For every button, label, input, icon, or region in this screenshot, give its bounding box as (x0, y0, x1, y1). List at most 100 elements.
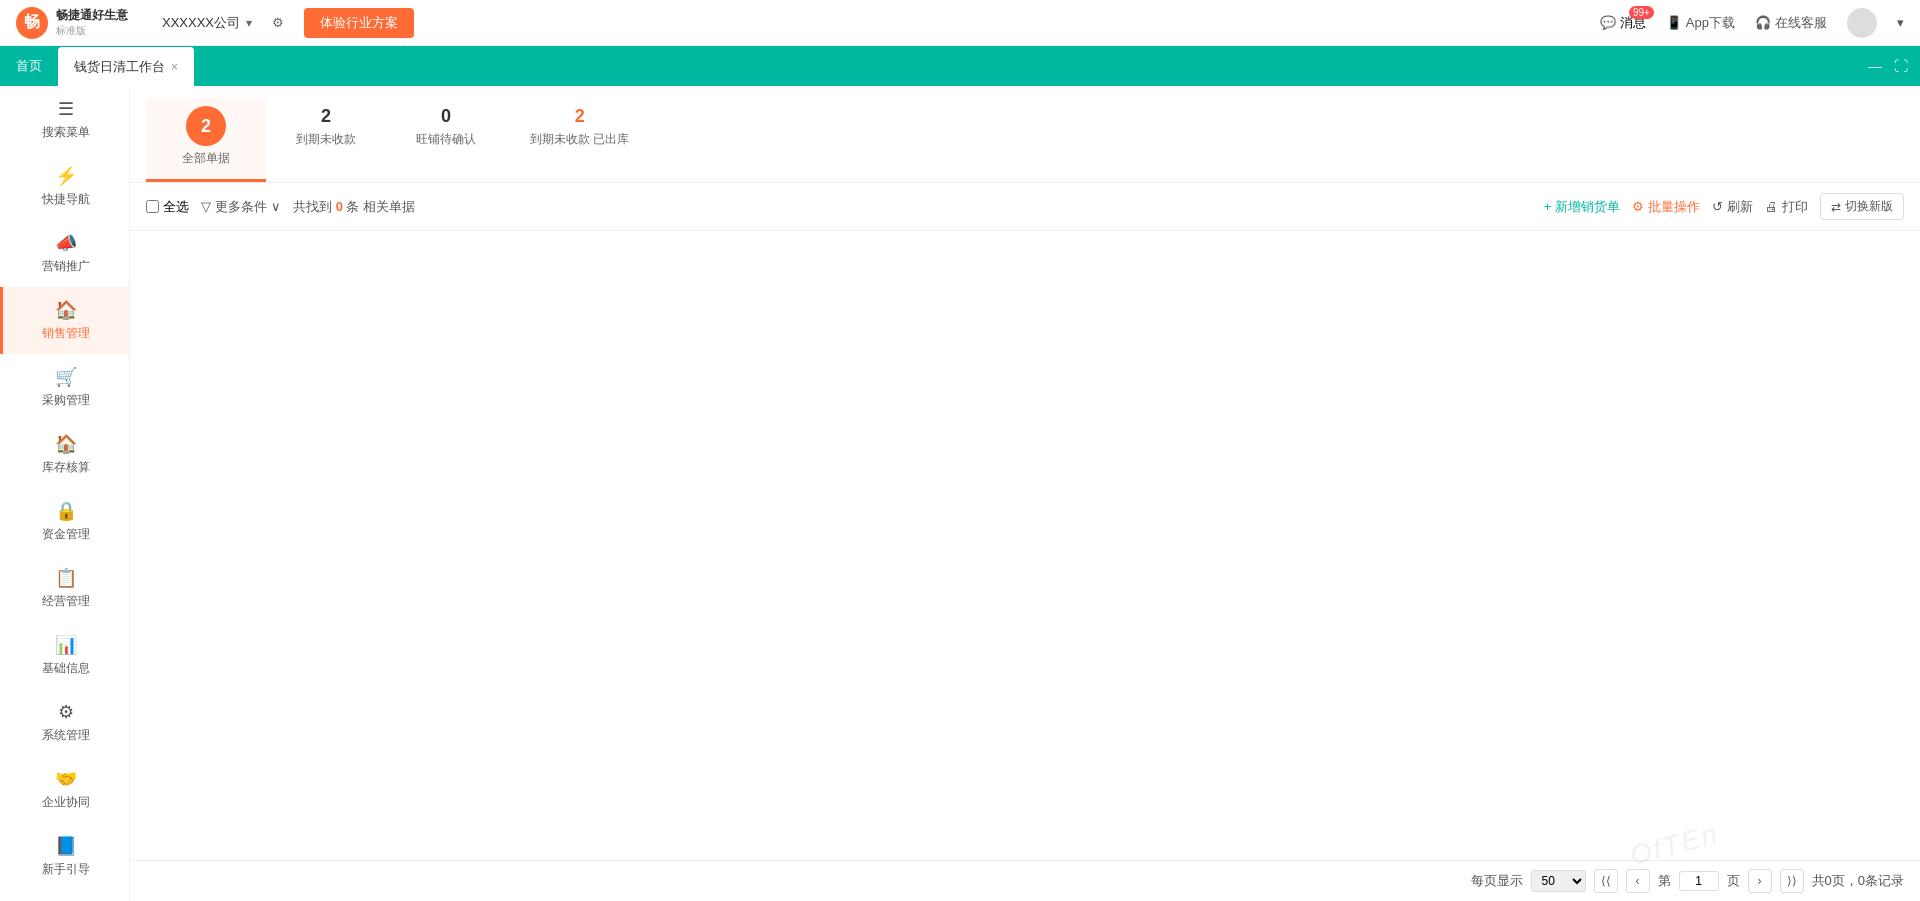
logo-sub: 标准版 (56, 24, 128, 38)
new-order-btn[interactable]: + 新增销货单 (1544, 198, 1620, 216)
company-name: XXXXXX公司 (162, 14, 240, 32)
tab-maximize-icon[interactable]: ⛶ (1894, 58, 1908, 74)
user-menu[interactable]: ▾ (1897, 15, 1904, 30)
page-prev-btn[interactable]: ‹ (1626, 869, 1650, 893)
guide-icon: 📘 (55, 835, 77, 857)
stat-label-pending: 旺铺待确认 (416, 131, 476, 148)
select-all-checkbox[interactable]: 全选 (146, 198, 189, 216)
finance-icon: 🔒 (55, 500, 77, 522)
stat-label-shipped: 到期未收款 已出库 (530, 131, 629, 148)
sidebar-label-basics: 基础信息 (42, 660, 90, 677)
inventory-icon: 🏠 (55, 433, 77, 455)
sidebar-item-quick-nav[interactable]: ⚡ 快捷导航 (0, 153, 129, 220)
company-selector[interactable]: XXXXXX公司 ▾ (162, 14, 252, 32)
sidebar-label-inventory: 库存核算 (42, 459, 90, 476)
sidebar-item-operations[interactable]: 📋 经营管理 (0, 555, 129, 622)
sales-icon: 🏠 (55, 299, 77, 321)
sidebar-item-purchase[interactable]: 🛒 采购管理 (0, 354, 129, 421)
page-input[interactable]: 1 (1679, 871, 1719, 891)
message-badge: 99+ (1629, 6, 1654, 19)
sidebar-label-system: 系统管理 (42, 727, 90, 744)
page-next-btn[interactable]: › (1748, 869, 1772, 893)
stat-label-overdue: 到期未收款 (296, 131, 356, 148)
batch-operation-btn[interactable]: ⚙ 批量操作 (1632, 198, 1700, 216)
app-download-label: App下载 (1686, 14, 1735, 32)
service-icon: 🎧 (1755, 15, 1771, 30)
sidebar-item-finance[interactable]: 🔒 资金管理 (0, 488, 129, 555)
stat-number-overdue: 2 (321, 106, 331, 127)
switch-label: 切换新版 (1845, 198, 1893, 215)
quick-nav-icon: ⚡ (55, 165, 77, 187)
settings-icon-btn[interactable]: ⚙ (264, 9, 292, 37)
company-dropdown-icon: ▾ (246, 16, 252, 30)
user-dropdown-icon: ▾ (1897, 15, 1904, 30)
count-text: 共找到 0 条 相关单据 (293, 198, 415, 216)
tab-work-bench[interactable]: 钱货日清工作台 × (58, 47, 194, 87)
sidebar-item-basics[interactable]: 📊 基础信息 (0, 622, 129, 689)
toolbar: 全选 ▽ 更多条件 ∨ 共找到 0 条 相关单据 + 新增销货单 ⚙ (130, 183, 1920, 231)
search-menu-icon: ☰ (58, 98, 74, 120)
sidebar-label-marketing: 营销推广 (42, 258, 90, 275)
stat-label-all: 全部单据 (182, 150, 230, 167)
refresh-label: 刷新 (1727, 198, 1753, 216)
sidebar-item-search-menu[interactable]: ☰ 搜索菜单 (0, 86, 129, 153)
sidebar-item-app-center[interactable]: 🛍 应用中心 (0, 890, 129, 901)
sidebar-item-marketing[interactable]: 📣 营销推广 (0, 220, 129, 287)
batch-icon: ⚙ (1632, 199, 1644, 214)
switch-version-btn[interactable]: ⇄ 切换新版 (1820, 193, 1904, 220)
enterprise-icon: 🤝 (55, 768, 77, 790)
stat-tab-shipped[interactable]: 2 到期未收款 已出库 (506, 98, 653, 182)
top-header: 畅 畅捷通好生意 标准版 XXXXXX公司 ▾ ⚙ 体验行业方案 💬 消息 99… (0, 0, 1920, 46)
filter-label: 更多条件 (215, 198, 267, 216)
sidebar-item-sales[interactable]: 🏠 销售管理 (0, 287, 129, 354)
online-service-btn[interactable]: 🎧 在线客服 (1755, 14, 1827, 32)
table-area (130, 231, 1920, 860)
sidebar-label-sales: 销售管理 (42, 325, 90, 342)
logo-icon: 畅 (16, 7, 48, 39)
sidebar-item-system[interactable]: ⚙ 系统管理 (0, 689, 129, 756)
page-last-btn[interactable]: ⟩⟩ (1780, 869, 1804, 893)
toolbar-left: 全选 ▽ 更多条件 ∨ 共找到 0 条 相关单据 (146, 198, 415, 216)
page-prefix: 第 (1658, 872, 1671, 890)
page-suffix: 页 (1727, 872, 1740, 890)
sidebar-label-search-menu: 搜索菜单 (42, 124, 90, 141)
switch-icon: ⇄ (1831, 200, 1841, 214)
sidebar-item-enterprise[interactable]: 🤝 企业协同 (0, 756, 129, 823)
refresh-btn[interactable]: ↺ 刷新 (1712, 198, 1753, 216)
filter-icon: ▽ (201, 199, 211, 214)
stat-tab-overdue[interactable]: 2 到期未收款 (266, 98, 386, 182)
select-all-input[interactable] (146, 200, 159, 213)
stat-number-pending: 0 (441, 106, 451, 127)
stat-tab-pending[interactable]: 0 旺铺待确认 (386, 98, 506, 182)
filter-btn[interactable]: ▽ 更多条件 ∨ (201, 198, 281, 216)
app-download-btn[interactable]: 📱 App下载 (1666, 14, 1735, 32)
marketing-icon: 📣 (55, 232, 77, 254)
sidebar-label-guide: 新手引导 (42, 861, 90, 878)
tab-close-icon[interactable]: × (171, 60, 178, 74)
sidebar-label-enterprise: 企业协同 (42, 794, 90, 811)
download-icon: 📱 (1666, 15, 1682, 30)
sidebar-item-guide[interactable]: 📘 新手引导 (0, 823, 129, 890)
batch-label: 批量操作 (1648, 198, 1700, 216)
select-all-label: 全选 (163, 198, 189, 216)
total-label: 共0页，0条记录 (1812, 872, 1904, 890)
trial-btn[interactable]: 体验行业方案 (304, 8, 414, 38)
message-btn[interactable]: 💬 消息 99+ (1600, 14, 1646, 32)
online-service-label: 在线客服 (1775, 14, 1827, 32)
stat-tab-all[interactable]: 2 全部单据 (146, 98, 266, 182)
operations-icon: 📋 (55, 567, 77, 589)
system-icon: ⚙ (58, 701, 74, 723)
tab-minimize-icon[interactable]: — (1868, 58, 1882, 74)
user-avatar[interactable] (1847, 8, 1877, 38)
sidebar-item-inventory[interactable]: 🏠 库存核算 (0, 421, 129, 488)
per-page-label: 每页显示 (1471, 872, 1523, 890)
page-first-btn[interactable]: ⟨⟨ (1594, 869, 1618, 893)
content-area: 2 全部单据 2 到期未收款 0 旺铺待确认 2 到期未收款 已出库 全选 (130, 86, 1920, 901)
sidebar: ☰ 搜索菜单 ⚡ 快捷导航 📣 营销推广 🏠 销售管理 🛒 采购管理 🏠 库存核… (0, 86, 130, 901)
print-btn[interactable]: 🖨 打印 (1765, 198, 1808, 216)
per-page-select[interactable]: 50 100 200 (1531, 870, 1586, 892)
tab-home[interactable]: 首页 (0, 46, 58, 86)
message-icon: 💬 (1600, 15, 1616, 30)
tab-actions: — ⛶ (1868, 58, 1920, 74)
print-label: 打印 (1782, 198, 1808, 216)
